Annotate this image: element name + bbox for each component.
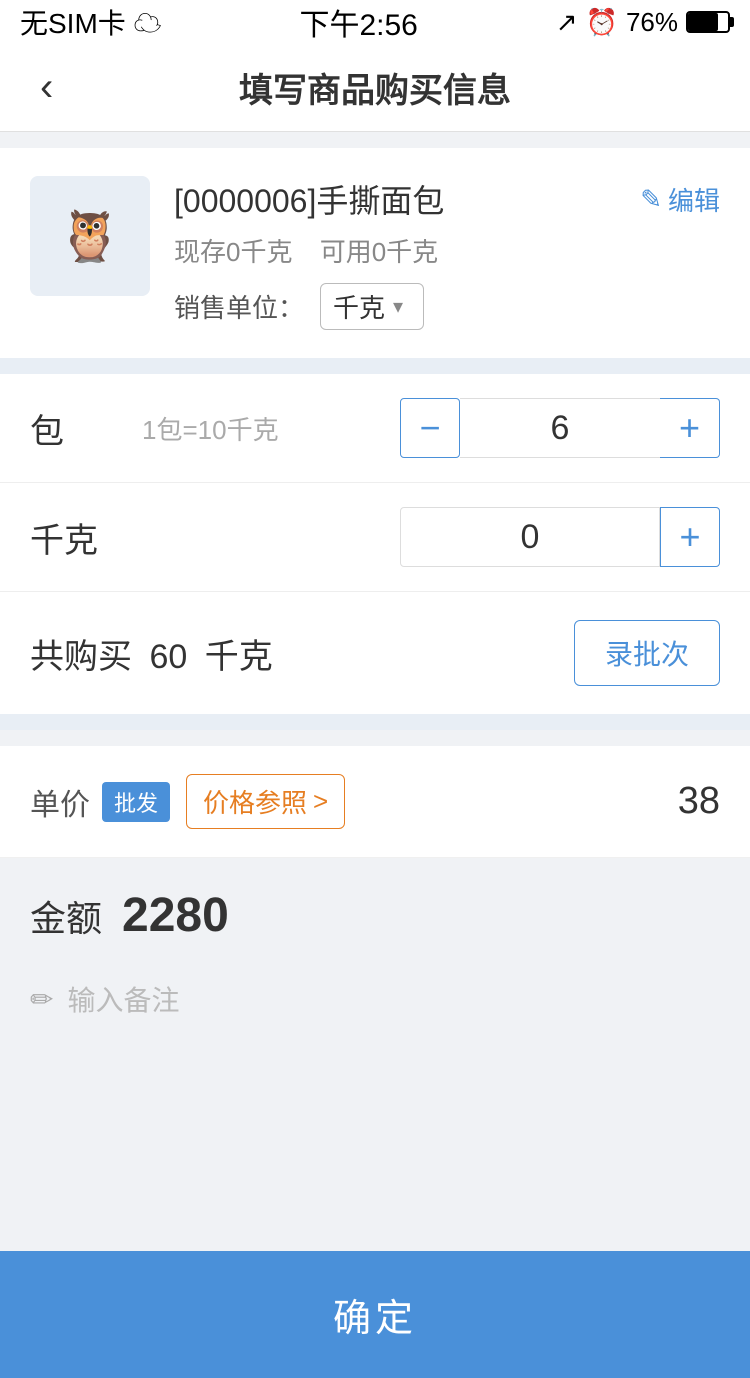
product-unit-row: 销售单位： 千克 ▾ — [174, 283, 720, 330]
product-card: 🦉 [0000006]手撕面包 ✎ 编辑 现存0千克 可用0千克 销售单位： 千… — [0, 148, 750, 358]
product-name-row: [0000006]手撕面包 ✎ 编辑 — [174, 176, 720, 222]
amount-section: 金额 2280 ✏ 输入备注 — [0, 858, 750, 1051]
unit-price-label: 单价 — [30, 780, 90, 824]
edit-icon: ✎ — [640, 184, 662, 215]
status-right: ↗ ⏰ 76% — [556, 7, 730, 38]
summary-row: 共购买 60 千克 录批次 — [0, 592, 750, 714]
content-spacer — [0, 1051, 750, 1251]
record-batch-button[interactable]: 录批次 — [574, 620, 720, 686]
location-icon: ↗ — [556, 7, 578, 38]
unit-value: 千克 — [333, 288, 385, 325]
chevron-down-icon: ▾ — [393, 294, 403, 319]
confirm-button[interactable]: 确定 — [0, 1251, 750, 1378]
section-divider-2 — [0, 714, 750, 730]
page-title: 填写商品购买信息 — [239, 63, 511, 112]
pack-decrease-button[interactable]: − — [400, 398, 460, 458]
pack-quantity-control: − + — [400, 398, 720, 458]
pack-increase-button[interactable]: + — [660, 398, 720, 458]
pack-label: 包 — [30, 404, 130, 453]
alarm-icon: ⏰ — [586, 7, 618, 38]
batch-tag: 批发 — [102, 782, 170, 822]
price-section: 单价 批发 价格参照 > 38 — [0, 746, 750, 858]
kg-row: 千克 + — [0, 483, 750, 592]
amount-label: 金额 — [30, 890, 102, 942]
kg-increase-button[interactable]: + — [660, 507, 720, 567]
kg-input[interactable] — [400, 507, 660, 567]
kg-label: 千克 — [30, 513, 130, 562]
kg-quantity-control: + — [400, 507, 720, 567]
note-row[interactable]: ✏ 输入备注 — [30, 963, 720, 1035]
product-logo: 🦉 — [59, 207, 121, 266]
product-name: [0000006]手撕面包 — [174, 176, 444, 222]
pack-hint: 1包=10千克 — [142, 410, 400, 447]
product-stock: 现存0千克 可用0千克 — [174, 232, 720, 269]
product-thumbnail: 🦉 — [30, 176, 150, 296]
battery-icon — [686, 11, 730, 33]
chevron-right-icon: > — [313, 786, 328, 817]
back-button[interactable]: ‹ — [30, 55, 63, 120]
product-info: [0000006]手撕面包 ✎ 编辑 现存0千克 可用0千克 销售单位： 千克 … — [174, 176, 720, 330]
amount-row: 金额 2280 — [30, 888, 720, 943]
unit-select[interactable]: 千克 ▾ — [320, 283, 424, 330]
pencil-icon: ✏ — [30, 983, 53, 1016]
note-placeholder: 输入备注 — [67, 979, 179, 1019]
summary-text: 共购买 60 千克 — [30, 629, 273, 678]
edit-button[interactable]: ✎ 编辑 — [640, 181, 720, 218]
pack-input[interactable] — [460, 398, 660, 458]
pack-row: 包 1包=10千克 − + — [0, 374, 750, 483]
status-left: 无SIM卡 ☁ — [20, 2, 162, 42]
unit-label: 销售单位： — [174, 288, 304, 325]
price-reference-button[interactable]: 价格参照 > — [186, 774, 345, 829]
input-section: 包 1包=10千克 − + 千克 + — [0, 374, 750, 592]
battery-percent: 76% — [626, 7, 678, 38]
status-time: 下午2:56 — [299, 0, 417, 44]
amount-value: 2280 — [122, 888, 229, 943]
price-value: 38 — [678, 780, 720, 823]
status-bar: 无SIM卡 ☁ 下午2:56 ↗ ⏰ 76% — [0, 0, 750, 44]
nav-bar: ‹ 填写商品购买信息 — [0, 44, 750, 132]
price-ref-label: 价格参照 — [203, 783, 307, 820]
price-row: 单价 批发 价格参照 > 38 — [0, 746, 750, 858]
section-divider-1 — [0, 358, 750, 374]
edit-label: 编辑 — [668, 181, 720, 218]
